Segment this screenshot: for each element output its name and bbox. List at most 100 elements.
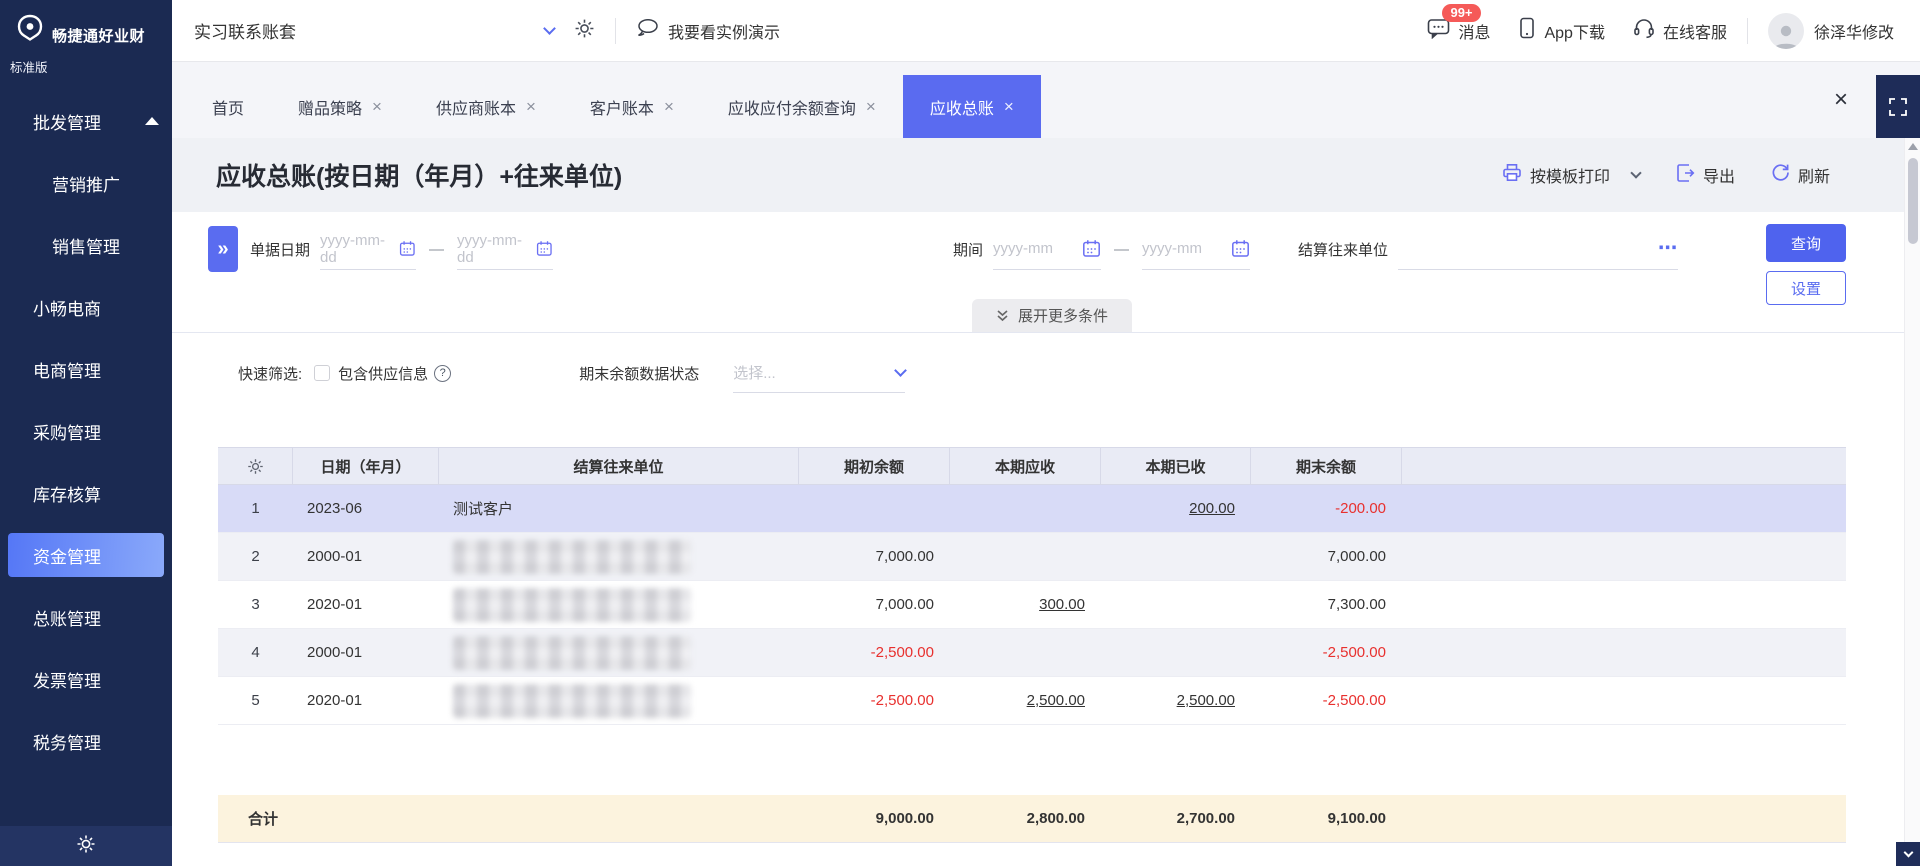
divider <box>615 17 616 44</box>
doc-date-start-input[interactable]: yyyy-mm-dd <box>320 228 417 270</box>
cell-opening-balance: 7,000.00 <box>799 581 950 628</box>
amount-text: 7,000.00 <box>875 596 934 613</box>
page-title: 应收总账(按日期（年月）+往来单位) <box>216 163 623 191</box>
sidebar-item-tax-mgmt[interactable]: 税务管理 <box>0 710 172 772</box>
tab-close-icon[interactable]: × <box>1004 97 1014 117</box>
sidebar-item-wholesale-mgmt[interactable]: 批发管理 <box>0 90 172 152</box>
amount-text: 7,000.00 <box>875 548 934 565</box>
tab-gift-policy[interactable]: 赠品策略 × <box>271 75 409 138</box>
help-icon[interactable]: ? <box>434 364 452 382</box>
sidebar-item-invoice-mgmt[interactable]: 发票管理 <box>0 648 172 710</box>
settings-button[interactable]: 设置 <box>1766 271 1846 305</box>
column-header[interactable]: 本期已收 <box>1101 448 1251 484</box>
scroll-up-arrow[interactable] <box>1907 143 1918 150</box>
refresh-button[interactable]: 刷新 <box>1771 163 1830 187</box>
sidebar-item-label: 发票管理 <box>33 671 101 691</box>
calendar-icon[interactable] <box>536 239 553 258</box>
table-row[interactable]: 5 2020-01 -2,500.00 2,500.00 2,500.00 -2,500.… <box>218 677 1846 725</box>
column-header[interactable]: 期末余额 <box>1251 448 1402 484</box>
column-settings-gear-icon[interactable] <box>247 458 264 475</box>
demo-link[interactable]: 我要看实例演示 <box>636 18 780 43</box>
vertical-scrollbar[interactable] <box>1904 138 1920 842</box>
total-label: 合计 <box>248 811 279 828</box>
period-end-input[interactable]: yyyy-mm <box>1142 228 1251 270</box>
user-menu[interactable]: 徐泽华修改 <box>1767 12 1894 49</box>
tab-ar-ap-balance-query[interactable]: 应收应付余额查询 × <box>701 75 903 138</box>
sidebar-item-sales-mgmt[interactable]: 销售管理 <box>0 214 172 276</box>
sidebar-menu: 批发管理 营销推广 销售管理小畅电商电商管理 采购管理 库存核算 资金管理 总账管理发票管理… <box>0 90 172 772</box>
account-settings-gear-icon[interactable] <box>574 18 595 44</box>
scrollbar-thumb[interactable] <box>1907 158 1918 244</box>
column-header[interactable]: 日期（年月） <box>293 448 439 484</box>
sidebar-item-marketing-promotion[interactable]: 营销推广 <box>0 152 172 214</box>
sidebar-item-funds-mgmt[interactable]: 资金管理 <box>0 524 172 586</box>
calendar-icon[interactable] <box>1082 239 1101 258</box>
sidebar-item-label: 税务管理 <box>33 733 101 753</box>
scroll-down-corner-button[interactable] <box>1896 842 1920 866</box>
sidebar-item-general-ledger[interactable]: 总账管理 <box>0 586 172 648</box>
expand-more-conditions-button[interactable]: 展开更多条件 <box>972 299 1133 332</box>
app-download-button[interactable]: App下载 <box>1518 17 1605 44</box>
calendar-icon[interactable] <box>399 239 416 258</box>
print-by-template-button[interactable]: 按模板打印 <box>1502 163 1642 187</box>
ar-ledger-table: 日期（年月） 结算往来单位 期初余额 本期应收 本期已收 期末余额 1 2023-06 测试客… <box>218 447 1846 725</box>
sidebar-item-ecommerce-mgmt[interactable]: 电商管理 <box>0 338 172 400</box>
query-button[interactable]: 查询 <box>1766 224 1846 262</box>
sidebar-item-purchase-mgmt[interactable]: 采购管理 <box>0 400 172 462</box>
more-options-icon[interactable]: ⋯ <box>1658 237 1678 260</box>
cell-filler <box>1402 677 1846 724</box>
table-row[interactable]: 3 2020-01 7,000.00 300.00 7,300.00 <box>218 581 1846 629</box>
close-all-tabs-button[interactable]: × <box>1834 86 1848 114</box>
sidebar-settings-gear-icon[interactable] <box>76 834 96 859</box>
include-supply-info-checkbox[interactable] <box>314 365 331 381</box>
ending-balance-status-select[interactable]: 选择... <box>733 353 908 393</box>
sidebar-item-inventory-accounting[interactable]: 库存核算 <box>0 462 172 524</box>
tab-ar-general-ledger[interactable]: 应收总账 × <box>902 75 1041 138</box>
table-row[interactable]: 1 2023-06 测试客户 200.00 -200.00 <box>218 485 1846 533</box>
collapse-filter-button[interactable]: » <box>208 226 238 272</box>
tab-close-icon[interactable]: × <box>526 97 536 117</box>
sidebar-footer[interactable] <box>0 826 172 866</box>
export-button[interactable]: 导出 <box>1676 163 1735 188</box>
drilldown-link[interactable]: 2,500.00 <box>1177 692 1235 709</box>
partner-input[interactable]: ⋯ <box>1398 228 1679 270</box>
calendar-icon[interactable] <box>1231 239 1250 258</box>
doc-date-end-input[interactable]: yyyy-mm-dd <box>457 228 554 270</box>
column-settings-cell[interactable] <box>218 448 293 484</box>
filter-buttons: 查询 设置 <box>1766 224 1846 305</box>
column-header[interactable]: 本期应收 <box>950 448 1101 484</box>
drilldown-link[interactable]: 300.00 <box>1039 596 1085 613</box>
column-header[interactable]: 期初余额 <box>799 448 950 484</box>
cell-row-number: 2 <box>251 548 260 565</box>
period-start-input[interactable]: yyyy-mm <box>993 228 1102 270</box>
cell-current-received <box>1101 533 1251 580</box>
column-header[interactable]: 结算往来单位 <box>439 448 799 484</box>
table-row[interactable]: 2 2000-01 7,000.00 7,000.00 <box>218 533 1846 581</box>
tab-close-icon[interactable]: × <box>664 97 674 117</box>
cell-partner <box>439 677 799 724</box>
table-row[interactable]: 4 2000-01 -2,500.00 -2,500.00 <box>218 629 1846 677</box>
tab-close-icon[interactable]: × <box>866 97 876 117</box>
drilldown-link[interactable]: 2,500.00 <box>1027 692 1085 709</box>
fullscreen-toggle-button[interactable] <box>1876 75 1920 138</box>
sidebar-item-label: 小畅电商 <box>33 299 101 319</box>
doc-date-label: 单据日期 <box>250 241 311 259</box>
drilldown-link[interactable]: 200.00 <box>1189 500 1235 517</box>
tab-home[interactable]: 首页 <box>185 75 271 138</box>
account-set-dropdown[interactable]: 实习联系账套 <box>194 18 556 43</box>
sidebar-item-xiaochang-ecommerce[interactable]: 小畅电商 <box>0 276 172 338</box>
cell-current-received <box>1101 581 1251 628</box>
tab-supplier-ledger[interactable]: 供应商账本 × <box>409 75 563 138</box>
logo[interactable]: 畅捷通好业财 标准版 <box>0 0 172 80</box>
tab-close-icon[interactable]: × <box>372 97 382 117</box>
online-service-button[interactable]: 在线客服 <box>1633 17 1727 44</box>
cell-current-receivable: 300.00 <box>950 581 1101 628</box>
total-filler <box>1402 795 1846 842</box>
total-row: 合计 9,000.00 2,800.00 2,700.00 9,100.00 <box>218 795 1846 843</box>
logo-icon <box>14 13 46 50</box>
ending-balance-status-label: 期末余额数据状态 <box>579 365 700 383</box>
tab-customer-ledger[interactable]: 客户账本 × <box>563 75 701 138</box>
cell-current-receivable <box>950 485 1101 532</box>
messages-button[interactable]: 消息 99+ <box>1427 3 1490 44</box>
divider <box>1746 17 1748 44</box>
